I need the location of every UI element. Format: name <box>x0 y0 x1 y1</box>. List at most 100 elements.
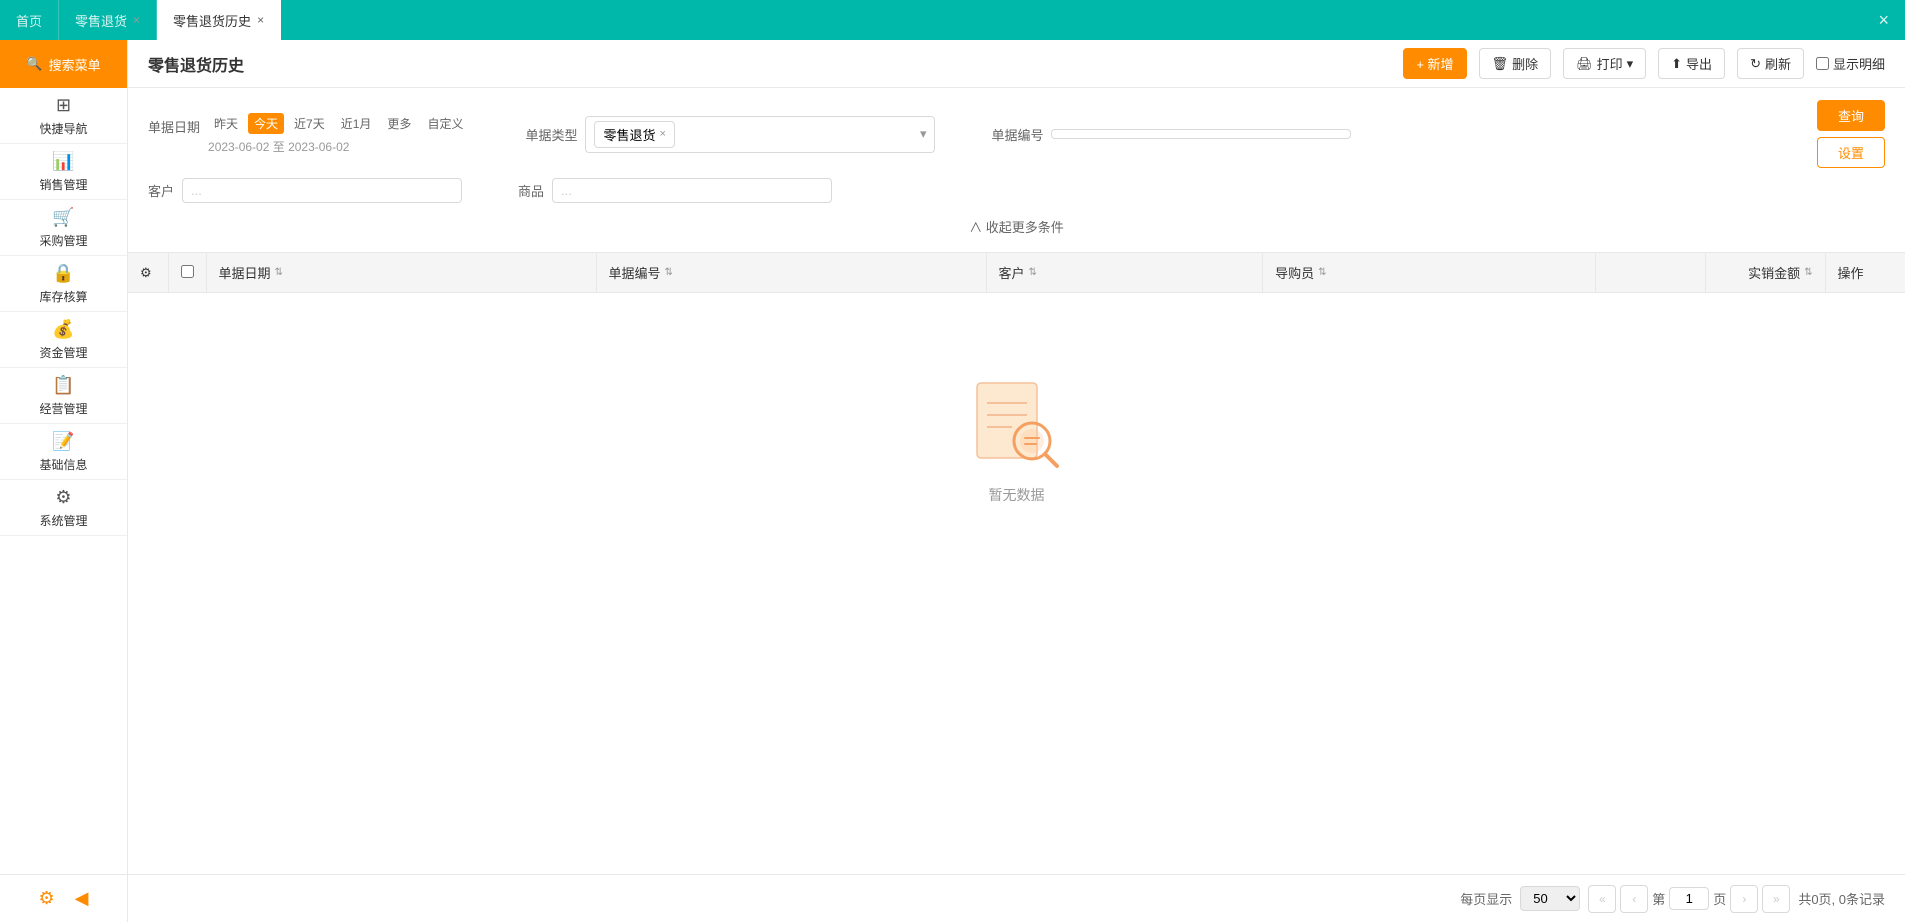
new-button[interactable]: + 新增 <box>1403 48 1466 79</box>
sidebar-item-sales-mgmt[interactable]: 📊 销售管理 <box>0 144 127 200</box>
date-option-7days[interactable]: 近7天 <box>288 113 331 134</box>
customer-input[interactable]: ... <box>182 178 462 203</box>
doc-type-dropdown-icon: ▾ <box>920 126 927 142</box>
export-button-label: 导出 <box>1686 54 1712 73</box>
th-amount-sort[interactable]: 实销金额 ⇅ <box>1718 263 1813 282</box>
th-customer[interactable]: 客户 ⇅ <box>986 253 1263 293</box>
filter-settings-button[interactable]: 设置 <box>1817 137 1885 168</box>
th-customer-label: 客户 <box>999 263 1025 282</box>
print-button[interactable]: 🖨 打印 ▾ <box>1563 48 1646 79</box>
show-detail-label: 显示明细 <box>1833 54 1885 73</box>
th-date-sort-icon: ⇅ <box>275 267 283 278</box>
date-option-1month[interactable]: 近1月 <box>335 113 378 134</box>
doc-type-tag-value: 零售退货 <box>603 125 655 144</box>
th-amount-label: 实销金额 <box>1748 263 1800 282</box>
page-header: 零售退货历史 + 新增 🗑 删除 🖨 打印 ▾ ⬆ 导出 <box>128 40 1905 88</box>
date-option-more[interactable]: 更多 <box>381 113 417 134</box>
first-page-button[interactable]: « <box>1588 885 1616 913</box>
last-page-button[interactable]: » <box>1762 885 1790 913</box>
toolbar: + 新增 🗑 删除 🖨 打印 ▾ ⬆ 导出 ↻ 刷新 <box>1403 48 1885 79</box>
data-table: ⚙ 单据日期 ⇅ <box>128 253 1905 293</box>
per-page-select[interactable]: 50 10 20 100 <box>1520 886 1580 911</box>
print-button-label: 打印 <box>1597 54 1623 73</box>
date-range-display: 2023-06-02 至 2023-06-02 <box>208 138 469 155</box>
doc-type-tag-remove[interactable]: × <box>659 128 665 140</box>
th-guide-sort[interactable]: 导购员 ⇅ <box>1275 263 1583 282</box>
page-suffix: 页 <box>1713 889 1726 908</box>
customer-label: 客户 <box>148 181 174 200</box>
filter-area: 单据日期 昨天 今天 近7天 近1月 更多 自定义 2023-06-02 至 2… <box>128 88 1905 253</box>
top-bar-right: × <box>1878 0 1905 40</box>
table-header: ⚙ 单据日期 ⇅ <box>128 253 1905 293</box>
th-settings[interactable]: ⚙ <box>128 253 168 293</box>
export-button[interactable]: ⬆ 导出 <box>1658 48 1725 79</box>
doc-number-input[interactable] <box>1051 129 1351 139</box>
sidebar-item-finance-label: 资金管理 <box>39 344 87 361</box>
tab-retail-return-close[interactable]: × <box>133 13 140 27</box>
th-spacer <box>1596 253 1705 293</box>
delete-icon: 🗑 <box>1492 56 1509 72</box>
purchase-mgmt-icon: 🛒 <box>52 207 74 228</box>
goods-input[interactable]: ... <box>552 178 832 203</box>
th-guide[interactable]: 导购员 ⇅ <box>1263 253 1596 293</box>
empty-text: 暂无数据 <box>989 485 1045 505</box>
sidebar-item-system-mgmt[interactable]: ⚙ 系统管理 <box>0 480 127 536</box>
select-all-checkbox[interactable] <box>181 265 194 278</box>
filter-row-1: 单据日期 昨天 今天 近7天 近1月 更多 自定义 2023-06-02 至 2… <box>148 100 1885 168</box>
sidebar-item-inventory[interactable]: 🔒 库存核算 <box>0 256 127 312</box>
sidebar-collapse-icon[interactable]: ◀ <box>75 888 89 909</box>
tab-retail-return-history-close[interactable]: × <box>257 13 264 27</box>
sidebar-search-label: 搜索菜单 <box>49 55 101 74</box>
th-number[interactable]: 单据编号 ⇅ <box>596 253 986 293</box>
next-page-button[interactable]: › <box>1730 885 1758 913</box>
doc-type-label: 单据类型 <box>525 125 577 144</box>
doc-type-select[interactable]: 零售退货 × ▾ <box>585 116 935 153</box>
th-date-sort[interactable]: 单据日期 ⇅ <box>219 263 584 282</box>
sidebar-item-finance-mgmt[interactable]: 💰 资金管理 <box>0 312 127 368</box>
sidebar: 🔍 搜索菜单 ⊞ 快捷导航 📊 销售管理 🛒 采购管理 🔒 库存核算 💰 <box>0 40 128 922</box>
filter-right-buttons: 查询 设置 <box>1817 100 1885 168</box>
show-detail-toggle[interactable]: 显示明细 <box>1816 54 1885 73</box>
th-date[interactable]: 单据日期 ⇅ <box>206 253 596 293</box>
new-button-label: + 新增 <box>1416 54 1453 73</box>
tab-retail-return-label: 零售退货 <box>75 11 127 30</box>
th-date-label: 单据日期 <box>219 263 271 282</box>
operations-mgmt-icon: 📋 <box>52 375 74 396</box>
sidebar-item-operations-mgmt[interactable]: 📋 经营管理 <box>0 368 127 424</box>
print-icon: 🖨 <box>1576 56 1593 72</box>
sidebar-bottom: ⚙ ◀ <box>0 874 127 922</box>
export-icon: ⬆ <box>1671 56 1682 72</box>
th-number-sort[interactable]: 单据编号 ⇅ <box>609 263 974 282</box>
refresh-button[interactable]: ↻ 刷新 <box>1737 48 1804 79</box>
th-customer-sort[interactable]: 客户 ⇅ <box>999 263 1251 282</box>
th-amount[interactable]: 实销金额 ⇅ <box>1705 253 1825 293</box>
query-button[interactable]: 查询 <box>1817 100 1885 131</box>
sidebar-item-inventory-label: 库存核算 <box>39 288 87 305</box>
total-info: 共0页, 0条记录 <box>1798 889 1885 908</box>
page-number-input[interactable] <box>1669 887 1709 910</box>
date-option-yesterday[interactable]: 昨天 <box>208 113 244 134</box>
tab-home[interactable]: 首页 <box>0 0 59 40</box>
basic-info-icon: 📝 <box>52 431 74 452</box>
delete-button[interactable]: 🗑 删除 <box>1479 48 1552 79</box>
doc-number-filter-group: 单据编号 <box>991 125 1351 144</box>
window-close-button[interactable]: × <box>1878 10 1889 31</box>
tab-retail-return[interactable]: 零售退货 × <box>59 0 157 40</box>
quick-nav-icon: ⊞ <box>56 95 71 116</box>
sidebar-search[interactable]: 🔍 搜索菜单 <box>0 40 127 88</box>
sidebar-item-purchase-mgmt[interactable]: 🛒 采购管理 <box>0 200 127 256</box>
th-actions: 操作 <box>1825 253 1905 293</box>
th-checkbox[interactable] <box>168 253 206 293</box>
empty-illustration <box>957 373 1077 473</box>
collapse-row: ∧ 收起更多条件 <box>148 213 1885 240</box>
sidebar-item-purchase-label: 采购管理 <box>39 232 87 249</box>
collapse-button[interactable]: ∧ 收起更多条件 <box>957 213 1076 240</box>
tab-retail-return-history[interactable]: 零售退货历史 × <box>157 0 281 40</box>
prev-page-button[interactable]: ‹ <box>1620 885 1648 913</box>
date-option-custom[interactable]: 自定义 <box>421 113 469 134</box>
date-option-today[interactable]: 今天 <box>248 113 284 134</box>
show-detail-checkbox[interactable] <box>1816 57 1829 70</box>
settings-gear-icon[interactable]: ⚙ <box>39 888 55 909</box>
sidebar-item-quick-nav[interactable]: ⊞ 快捷导航 <box>0 88 127 144</box>
sidebar-item-basic-info[interactable]: 📝 基础信息 <box>0 424 127 480</box>
